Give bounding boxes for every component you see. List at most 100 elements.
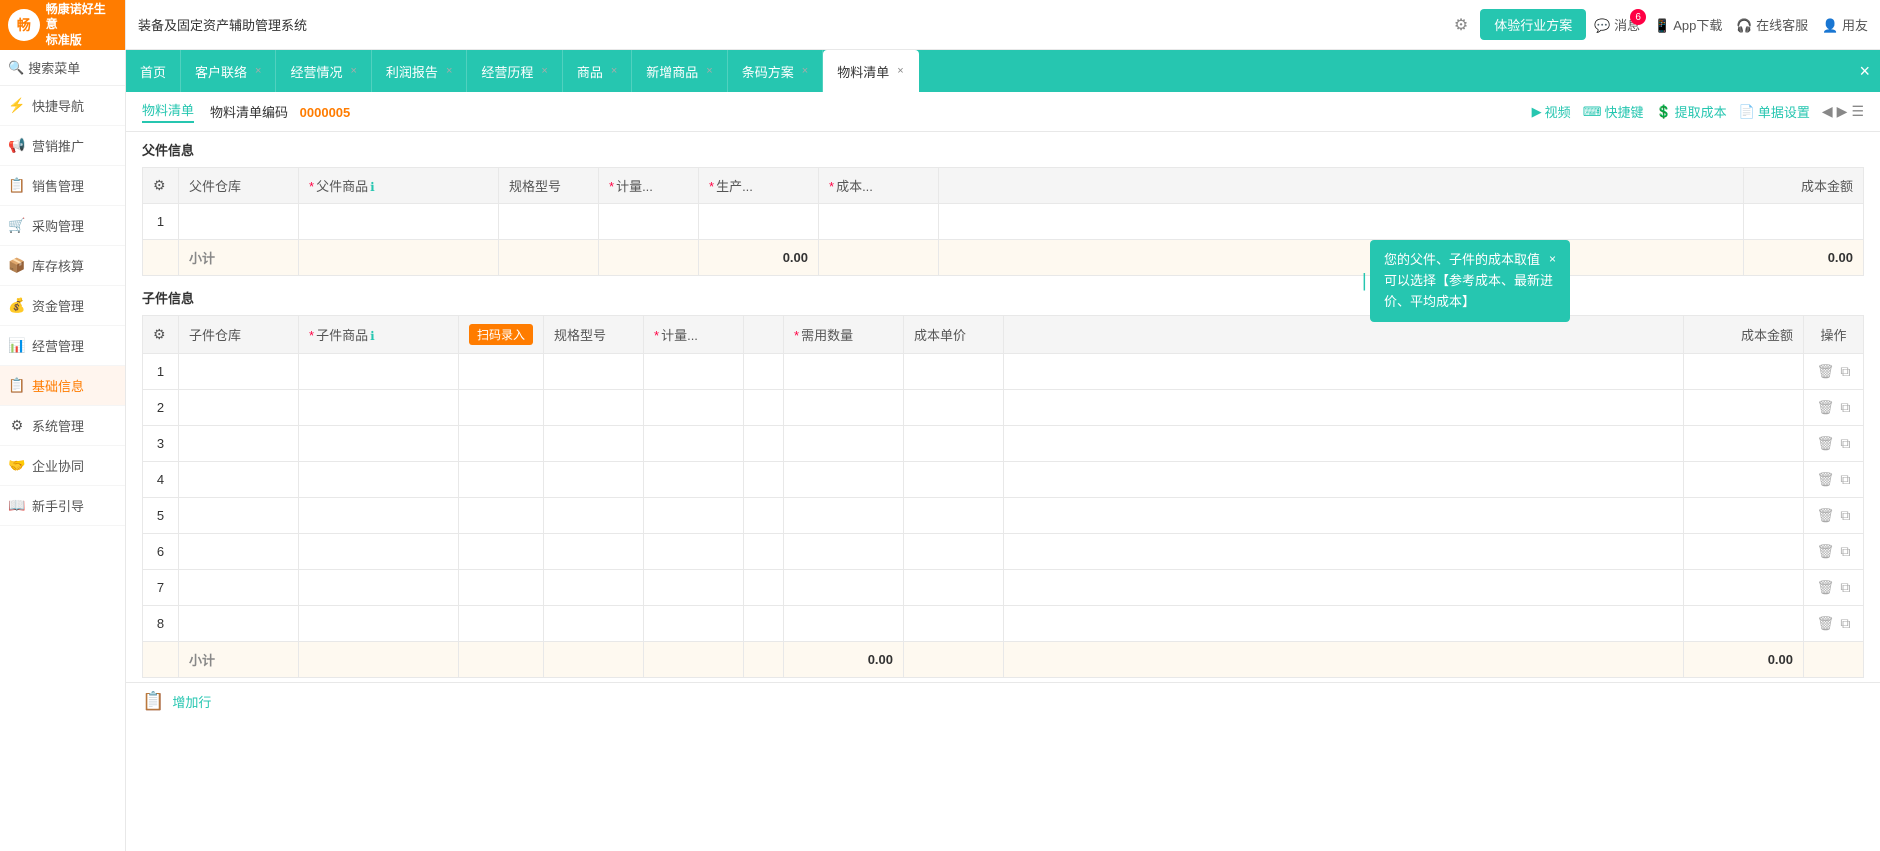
search-menu[interactable]: 🔍 搜索菜单 <box>0 50 125 86</box>
child-unit-cost-1[interactable] <box>904 354 1004 390</box>
child-warehouse-1[interactable] <box>179 354 299 390</box>
message-badge[interactable]: 💬 6 消息 <box>1594 15 1640 34</box>
tab-customer[interactable]: 客户联络 × <box>181 50 276 92</box>
child-scan-3[interactable] <box>459 426 544 462</box>
delete-icon[interactable]: 🗑 <box>1817 543 1835 560</box>
app-download[interactable]: 📱 App下载 <box>1654 15 1722 34</box>
tab-profit[interactable]: 利润报告 × <box>372 50 467 92</box>
trial-button[interactable]: 体验行业方案 <box>1480 9 1586 40</box>
parent-product-1[interactable] <box>299 204 499 240</box>
parent-unit-1[interactable] <box>599 204 699 240</box>
view-action[interactable]: ▶ 视频 <box>1532 102 1571 121</box>
child-unit-8[interactable] <box>644 606 744 642</box>
delete-icon[interactable]: 🗑 <box>1817 435 1835 452</box>
close-tab-ops[interactable]: × <box>350 65 356 77</box>
close-all-tabs[interactable]: × <box>1849 61 1880 82</box>
child-qty-8[interactable] <box>784 606 904 642</box>
child-qty-7[interactable] <box>784 570 904 606</box>
delete-icon[interactable]: 🗑 <box>1817 615 1835 632</box>
sidebar-item-sales[interactable]: 📋 销售管理 <box>0 166 125 206</box>
copy-icon[interactable]: ⧉ <box>1840 543 1850 560</box>
user-info[interactable]: 👤 用友 <box>1822 15 1868 34</box>
child-warehouse-7[interactable] <box>179 570 299 606</box>
child-unit-1[interactable] <box>644 354 744 390</box>
child-scan-2[interactable] <box>459 390 544 426</box>
copy-icon[interactable]: ⧉ <box>1840 399 1850 416</box>
copy-icon[interactable]: ⧉ <box>1840 435 1850 452</box>
child-unit-cost-2[interactable] <box>904 390 1004 426</box>
child-qty-2[interactable] <box>784 390 904 426</box>
child-spec-5[interactable] <box>544 498 644 534</box>
close-tab-profit[interactable]: × <box>446 65 452 77</box>
parent-warehouse-1[interactable] <box>179 204 299 240</box>
tab-new-product[interactable]: 新增商品 × <box>632 50 727 92</box>
child-unit-2[interactable] <box>644 390 744 426</box>
copy-icon[interactable]: ⧉ <box>1840 363 1850 380</box>
child-warehouse-3[interactable] <box>179 426 299 462</box>
child-qty-1[interactable] <box>784 354 904 390</box>
child-unit-5[interactable] <box>644 498 744 534</box>
child-unit-7[interactable] <box>644 570 744 606</box>
scan-input-button[interactable]: 扫码录入 <box>469 324 533 345</box>
child-spec-4[interactable] <box>544 462 644 498</box>
child-scan-8[interactable] <box>459 606 544 642</box>
shortcut-action[interactable]: ⌨ 快捷键 <box>1583 102 1644 121</box>
close-tab-history[interactable]: × <box>541 65 547 77</box>
child-scan-1[interactable] <box>459 354 544 390</box>
online-service[interactable]: 🎧 在线客服 <box>1736 15 1808 34</box>
tab-barcode[interactable]: 条码方案 × <box>728 50 823 92</box>
copy-icon[interactable]: ⧉ <box>1840 615 1850 632</box>
sidebar-item-enterprise[interactable]: 🤝 企业协同 <box>0 446 125 486</box>
parent-col-gear[interactable]: ⚙ <box>143 168 179 204</box>
child-unit-cost-8[interactable] <box>904 606 1004 642</box>
sidebar-item-marketing[interactable]: 📢 营销推广 <box>0 126 125 166</box>
child-spec-3[interactable] <box>544 426 644 462</box>
child-product-6[interactable] <box>299 534 459 570</box>
child-product-4[interactable] <box>299 462 459 498</box>
sub-tab-bom[interactable]: 物料清单 <box>142 100 194 123</box>
delete-icon[interactable]: 🗑 <box>1817 399 1835 416</box>
sidebar-item-finance[interactable]: 💰 资金管理 <box>0 286 125 326</box>
list-view-icon[interactable]: ☰ <box>1851 103 1864 120</box>
sidebar-item-purchase[interactable]: 🛒 采购管理 <box>0 206 125 246</box>
child-unit-4[interactable] <box>644 462 744 498</box>
child-scan-6[interactable] <box>459 534 544 570</box>
tab-home[interactable]: 首页 <box>126 50 181 92</box>
child-unit-3[interactable] <box>644 426 744 462</box>
child-product-2[interactable] <box>299 390 459 426</box>
child-scan-4[interactable] <box>459 462 544 498</box>
child-spec-7[interactable] <box>544 570 644 606</box>
tooltip-close-button[interactable]: × <box>1549 250 1556 269</box>
parent-spec-1[interactable] <box>499 204 599 240</box>
child-warehouse-2[interactable] <box>179 390 299 426</box>
delete-icon[interactable]: 🗑 <box>1817 507 1835 524</box>
delete-icon[interactable]: 🗑 <box>1817 471 1835 488</box>
next-arrow[interactable]: ▶ <box>1837 103 1848 120</box>
child-spec-6[interactable] <box>544 534 644 570</box>
child-qty-4[interactable] <box>784 462 904 498</box>
child-unit-cost-4[interactable] <box>904 462 1004 498</box>
close-tab-products[interactable]: × <box>611 65 617 77</box>
close-tab-barcode[interactable]: × <box>802 65 808 77</box>
tab-bom[interactable]: 物料清单 × <box>823 50 918 92</box>
close-tab-customer[interactable]: × <box>255 65 261 77</box>
child-spec-1[interactable] <box>544 354 644 390</box>
sidebar-item-quick-nav[interactable]: ⚡ 快捷导航 <box>0 86 125 126</box>
child-warehouse-6[interactable] <box>179 534 299 570</box>
settings-gear-icon[interactable]: ⚙ <box>1450 11 1472 39</box>
parent-production-1[interactable] <box>699 204 819 240</box>
copy-icon[interactable]: ⧉ <box>1840 471 1850 488</box>
tab-operations-status[interactable]: 经营情况 × <box>276 50 371 92</box>
child-product-7[interactable] <box>299 570 459 606</box>
child-qty-3[interactable] <box>784 426 904 462</box>
cost-action[interactable]: 💲 提取成本 <box>1655 102 1726 121</box>
child-unit-cost-7[interactable] <box>904 570 1004 606</box>
delete-icon[interactable]: 🗑 <box>1817 579 1835 596</box>
settings-action[interactable]: 📄 单据设置 <box>1739 102 1810 121</box>
child-unit-cost-5[interactable] <box>904 498 1004 534</box>
sidebar-item-operations[interactable]: 📊 经营管理 <box>0 326 125 366</box>
copy-icon[interactable]: ⧉ <box>1840 579 1850 596</box>
tab-products[interactable]: 商品 × <box>563 50 632 92</box>
sidebar-item-basic-info[interactable]: 📋 基础信息 <box>0 366 125 406</box>
child-warehouse-8[interactable] <box>179 606 299 642</box>
